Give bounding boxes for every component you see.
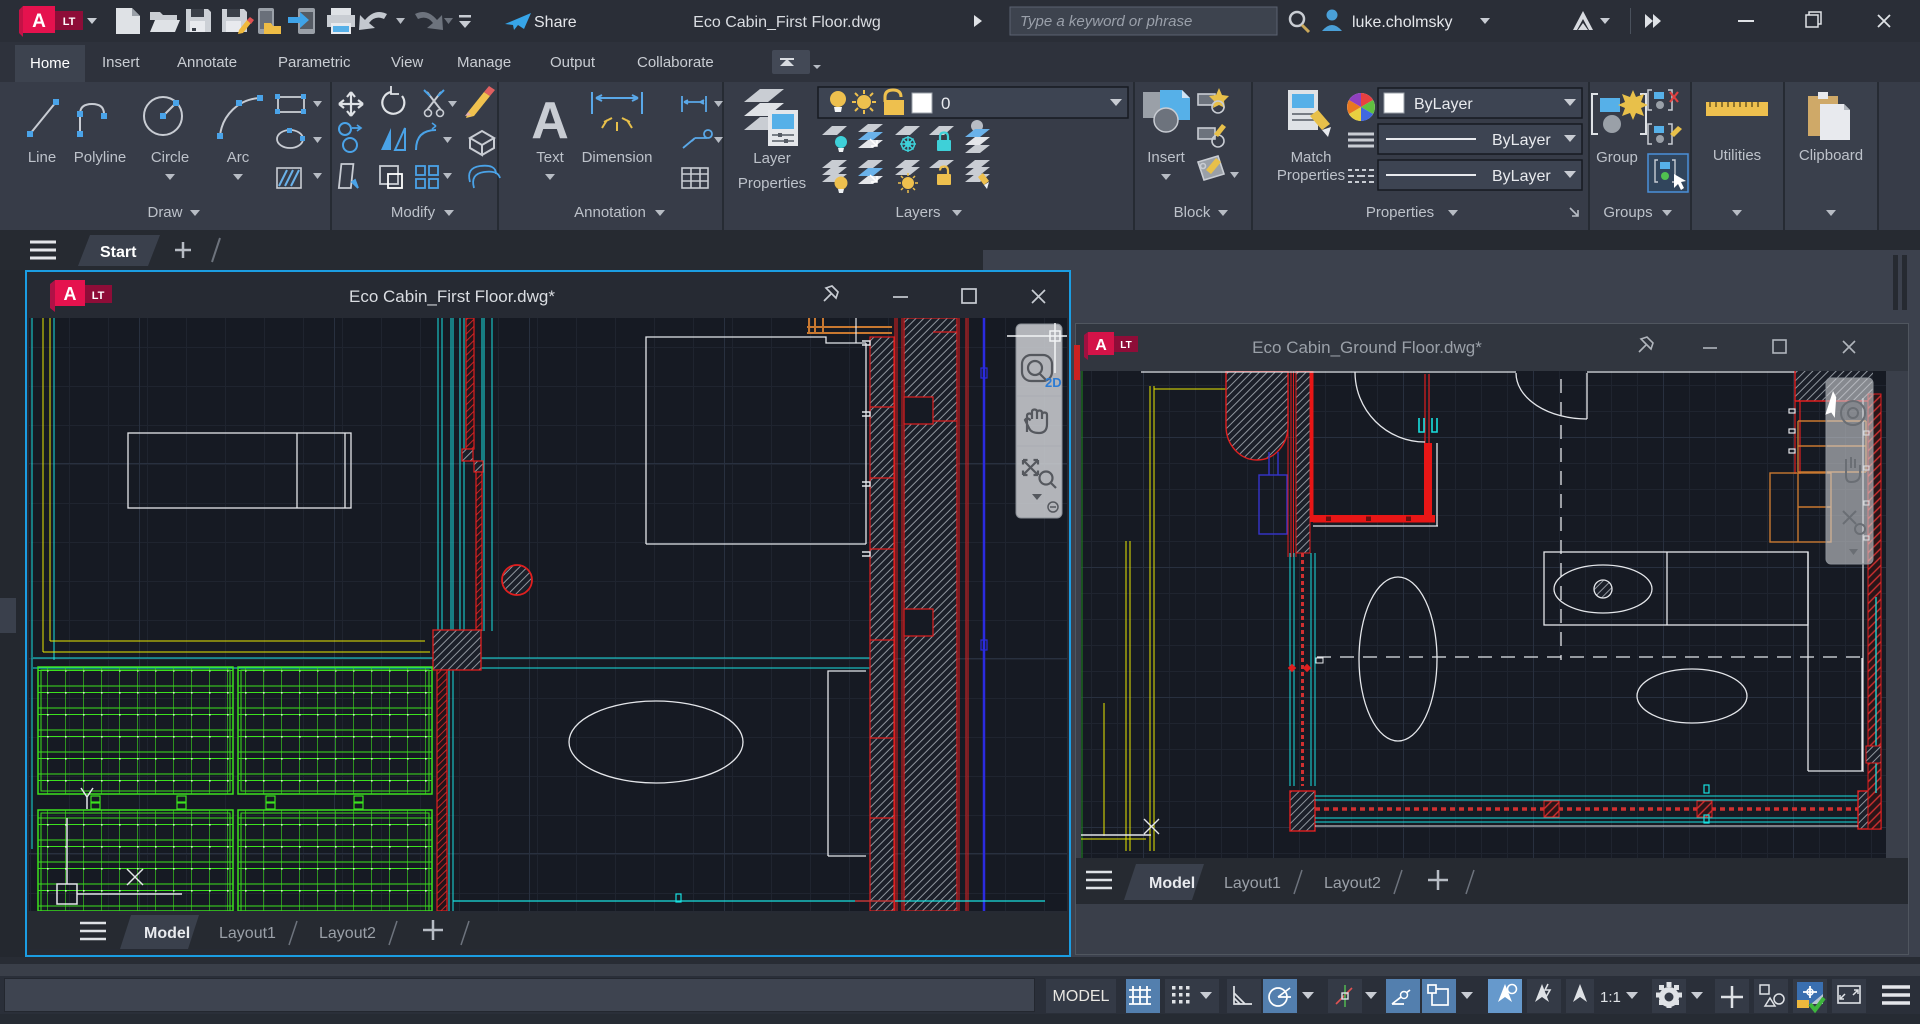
svg-text:Match: Match [1291,149,1332,166]
svg-text:Polyline: Polyline [74,149,127,166]
svg-text:Arc: Arc [227,149,250,166]
svg-text:0: 0 [941,94,950,113]
svg-text:Circle: Circle [151,149,189,166]
svg-text:Properties: Properties [738,175,806,192]
svg-text:Layout2: Layout2 [319,925,376,942]
svg-text:Insert: Insert [1147,149,1185,166]
svg-text:Eco Cabin_Ground Floor.dwg*: Eco Cabin_Ground Floor.dwg* [1252,338,1482,357]
svg-text:A: A [32,11,46,32]
svg-text:Properties: Properties [1277,167,1345,184]
svg-text:LT: LT [1120,340,1131,351]
svg-text:Type a keyword or phrase: Type a keyword or phrase [1020,13,1192,30]
svg-text:Text: Text [536,149,564,166]
svg-text:Layout1: Layout1 [1224,875,1281,892]
svg-text:Share: Share [534,14,577,31]
svg-text:MODEL: MODEL [1053,988,1110,1005]
svg-text:Model: Model [144,925,190,942]
svg-text:Annotation: Annotation [574,204,646,221]
svg-text:Clipboard: Clipboard [1799,147,1863,164]
svg-text:Line: Line [28,149,56,166]
svg-text:ByLayer: ByLayer [1414,96,1473,113]
svg-text:A: A [531,92,569,150]
svg-text:Groups: Groups [1603,204,1652,221]
svg-text:Properties: Properties [1366,204,1434,221]
svg-text:Block: Block [1174,204,1211,221]
svg-text:Eco Cabin_First Floor.dwg: Eco Cabin_First Floor.dwg [693,14,881,31]
svg-text:Layer: Layer [753,150,791,167]
svg-text:Layout1: Layout1 [219,925,276,942]
svg-text:Start: Start [100,244,137,261]
svg-text:Draw: Draw [147,204,182,221]
svg-text:LT: LT [92,290,105,302]
svg-text:Utilities: Utilities [1713,147,1761,164]
svg-text:Modify: Modify [391,204,436,221]
svg-text:Group: Group [1596,149,1638,166]
svg-text:luke.cholmsky: luke.cholmsky [1352,14,1452,31]
svg-text:Model: Model [1149,875,1195,892]
svg-text:LT: LT [63,16,76,28]
svg-text:ByLayer: ByLayer [1492,132,1551,149]
svg-text:Layers: Layers [895,204,940,221]
svg-text:Eco Cabin_First Floor.dwg*: Eco Cabin_First Floor.dwg* [349,287,555,306]
svg-text:Layout2: Layout2 [1324,875,1381,892]
svg-text:A: A [64,284,77,304]
svg-text:Dimension: Dimension [582,149,653,166]
svg-text:ByLayer: ByLayer [1492,168,1551,185]
svg-text:1:1: 1:1 [1600,989,1621,1006]
svg-text:2D: 2D [1045,375,1062,390]
svg-text:A: A [1095,337,1107,354]
